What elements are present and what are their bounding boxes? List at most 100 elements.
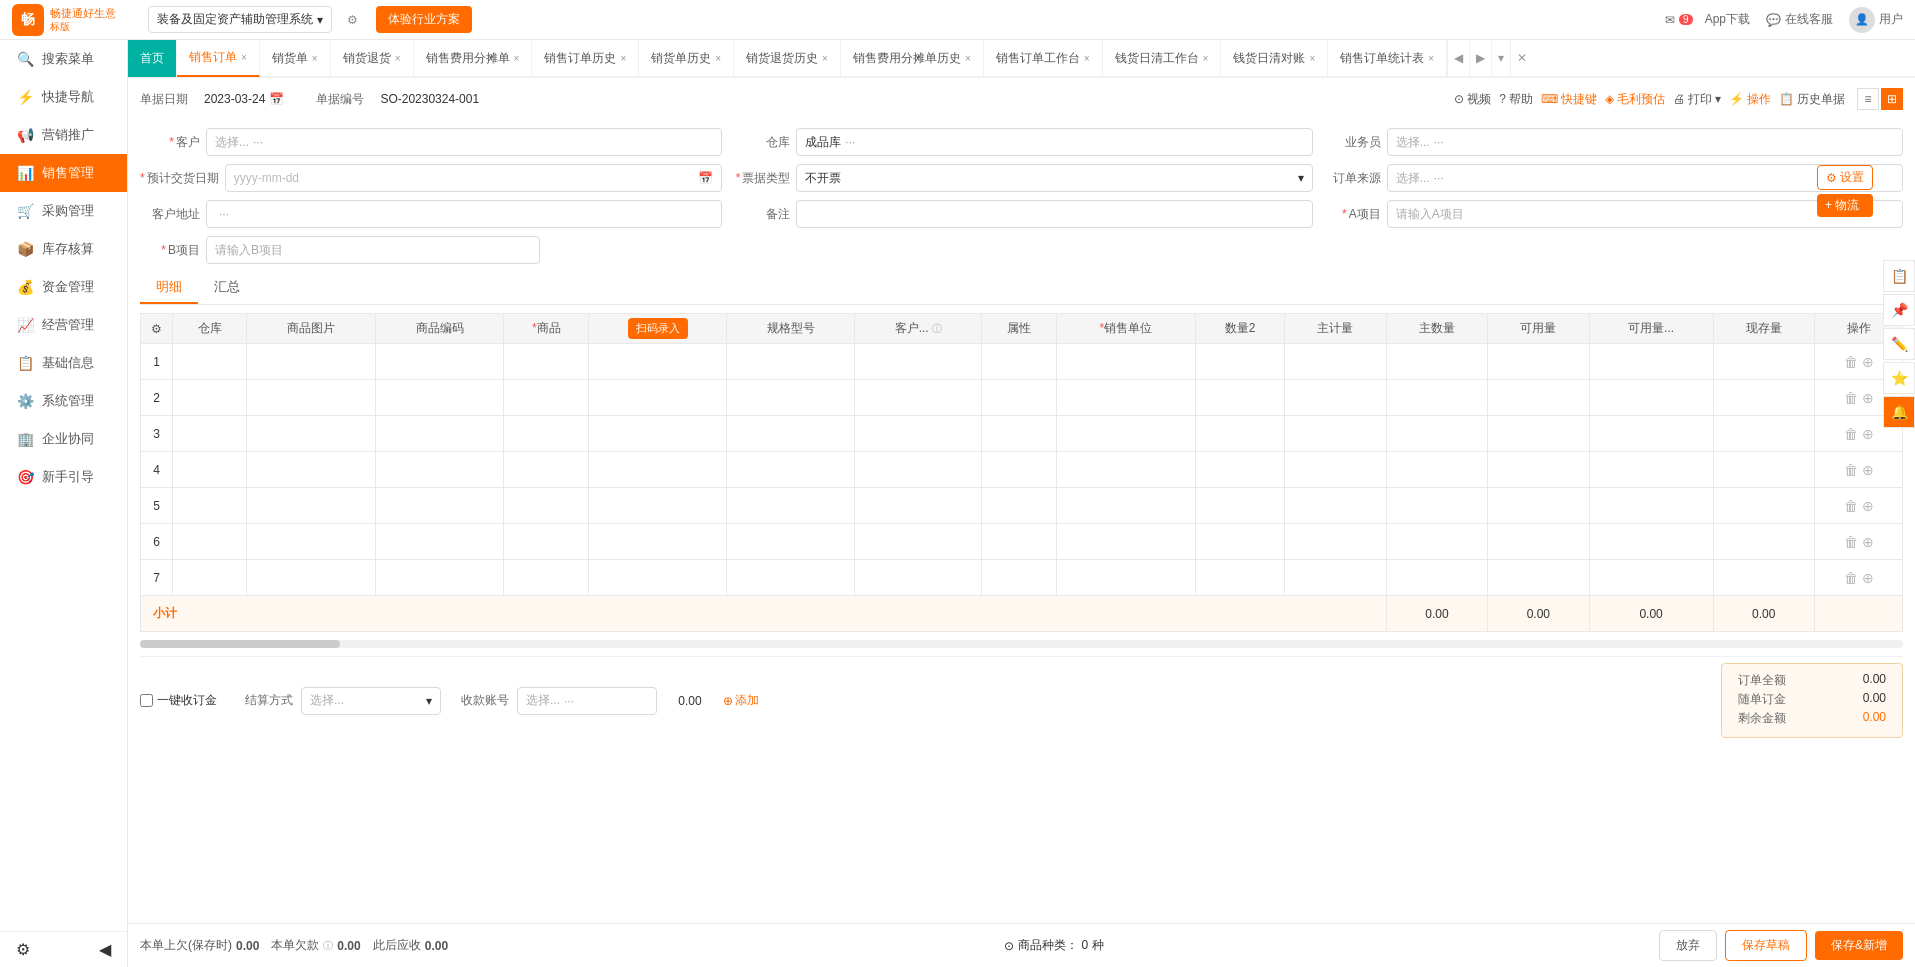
h-scroll[interactable] — [140, 632, 1903, 656]
quick-pay-checkbox[interactable]: 一键收订金 — [140, 692, 217, 709]
sidebar-item-finance[interactable]: 💰 资金管理 — [0, 268, 127, 306]
tab-sales-order-history[interactable]: 销售订单历史 × — [532, 40, 639, 77]
tab-sales-goods-history[interactable]: 销货单历史 × — [639, 40, 734, 77]
row-copy-icon[interactable]: ⊕ — [1862, 354, 1874, 370]
user-avatar[interactable]: 👤 用户 — [1849, 7, 1903, 33]
row-delete-icon[interactable]: 🗑 — [1844, 426, 1858, 442]
sidebar-item-search[interactable]: 🔍 搜索菜单 — [0, 40, 127, 78]
sidebar-item-enterprise[interactable]: 🏢 企业协同 — [0, 420, 127, 458]
tab-menu-btn[interactable]: ▾ — [1491, 40, 1510, 77]
row-copy-icon[interactable]: ⊕ — [1862, 534, 1874, 550]
row-delete-icon[interactable]: 🗑 — [1844, 498, 1858, 514]
tab-sales-return-history[interactable]: 销货退货历史 × — [734, 40, 841, 77]
tab-close-all-btn[interactable]: ✕ — [1510, 40, 1533, 77]
tab-sales-stats[interactable]: 销售订单统计表 × — [1328, 40, 1447, 77]
date-field[interactable]: 2023-03-24 📅 — [204, 92, 284, 106]
scroll-thumb[interactable] — [140, 640, 340, 648]
col-attribute: 属性 — [982, 314, 1056, 344]
row-copy-icon[interactable]: ⊕ — [1862, 462, 1874, 478]
row-copy-icon[interactable]: ⊕ — [1862, 426, 1874, 442]
warehouse-input[interactable]: 成品库 ··· — [796, 128, 1312, 156]
payment-method-select[interactable]: 选择... ▾ — [301, 687, 441, 715]
address-input[interactable]: ··· — [206, 200, 722, 228]
tab-sales-fee[interactable]: 销售费用分摊单 × — [414, 40, 533, 77]
save-draft-btn[interactable]: 保存草稿 — [1725, 930, 1807, 961]
discard-btn[interactable]: 放弃 — [1659, 930, 1717, 961]
row-copy-icon[interactable]: ⊕ — [1862, 498, 1874, 514]
shortcut-btn[interactable]: ⌨ 快捷键 — [1541, 91, 1597, 108]
industry-btn[interactable]: 体验行业方案 — [376, 6, 472, 33]
tab-daily-workbench[interactable]: 钱货日清工作台 × — [1103, 40, 1222, 77]
address-label: 客户地址 — [140, 206, 200, 223]
right-panel-clipboard[interactable]: 📋 — [1883, 260, 1915, 292]
invoice-select[interactable]: 不开票 ▾ — [796, 164, 1312, 192]
sidebar-item-basic[interactable]: 📋 基础信息 — [0, 344, 127, 382]
right-panel-alert[interactable]: 🔔 — [1883, 396, 1915, 428]
account-input[interactable]: 选择... ··· — [517, 687, 657, 715]
customer-input[interactable]: 选择... ··· — [206, 128, 722, 156]
add-goods-btn[interactable]: + 物流 — [1817, 194, 1873, 217]
row-copy-icon[interactable]: ⊕ — [1862, 570, 1874, 586]
tab-next-btn[interactable]: ▶ — [1469, 40, 1491, 77]
form-row-1: 客户 选择... ··· 仓库 成品库 ··· — [140, 128, 1903, 156]
sidebar-item-purchase[interactable]: 🛒 采购管理 — [0, 192, 127, 230]
right-panel-pin[interactable]: 📌 — [1883, 294, 1915, 326]
sidebar-collapse-btn[interactable]: ◀ — [99, 940, 111, 959]
operations-btn[interactable]: ⚡ 操作 — [1729, 91, 1771, 108]
detail-tab-summary[interactable]: 汇总 — [198, 272, 256, 304]
view-list-btn[interactable]: ≡ — [1857, 88, 1879, 110]
sidebar-item-guide[interactable]: 🎯 新手引导 — [0, 458, 127, 496]
scan-btn[interactable]: 扫码录入 — [628, 318, 688, 339]
tab-prev-btn[interactable]: ◀ — [1447, 40, 1469, 77]
expected-date-input[interactable]: yyyy-mm-dd 📅 — [225, 164, 723, 192]
row-delete-icon[interactable]: 🗑 — [1844, 354, 1858, 370]
sidebar-item-operations[interactable]: 📈 经营管理 — [0, 306, 127, 344]
row-delete-icon[interactable]: 🗑 — [1844, 390, 1858, 406]
row-copy-icon[interactable]: ⊕ — [1862, 390, 1874, 406]
message-btn[interactable]: ✉ 9 App下载 — [1665, 11, 1750, 28]
sidebar-item-sales[interactable]: 📊 销售管理 — [0, 154, 127, 192]
b-project-input[interactable]: 请输入B项目 — [206, 236, 540, 264]
row-delete-icon[interactable]: 🗑 — [1844, 462, 1858, 478]
sidebar-item-quick-nav[interactable]: ⚡ 快捷导航 — [0, 78, 127, 116]
salesperson-group: 业务员 选择... ··· — [1321, 128, 1903, 156]
notes-input[interactable] — [796, 200, 1312, 228]
tab-bar: 首页 销售订单 × 销货单 × 销货退货 × 销售费用分摊单 × 销售订单历史 … — [128, 40, 1915, 78]
sidebar-settings-btn[interactable]: ⚙ — [16, 940, 30, 959]
tab-daily-reconcile[interactable]: 钱货日清对账 × — [1221, 40, 1328, 77]
tab-sales-fee-history[interactable]: 销售费用分摊单历史 × — [841, 40, 984, 77]
tab-sales-return[interactable]: 销货退货 × — [331, 40, 414, 77]
online-service-btn[interactable]: 💬 在线客服 — [1766, 11, 1833, 28]
tab-sales-goods[interactable]: 销货单 × — [260, 40, 331, 77]
detail-tab-detail[interactable]: 明细 — [140, 272, 198, 304]
add-payment-btn[interactable]: ⊕ 添加 — [723, 692, 759, 709]
view-grid-btn[interactable]: ⊞ — [1881, 88, 1903, 110]
row-delete-icon[interactable]: 🗑 — [1844, 570, 1858, 586]
tab-sales-workbench[interactable]: 销售订单工作台 × — [984, 40, 1103, 77]
settings-icon[interactable]: ⚙ — [336, 4, 368, 36]
setting-btn[interactable]: ⚙ 设置 — [1817, 165, 1873, 190]
purchase-icon: 🛒 — [16, 202, 34, 220]
search-icon: 🔍 — [16, 50, 34, 68]
system-selector[interactable]: 装备及固定资产辅助管理系统 ▾ — [148, 6, 332, 33]
history-btn[interactable]: 📋 历史单据 — [1779, 91, 1845, 108]
col-settings[interactable]: ⚙ — [141, 314, 173, 344]
logo-area: 畅 畅捷通好生意 标版 — [12, 4, 140, 36]
view-btn[interactable]: ⊙ 视频 — [1454, 91, 1491, 108]
right-panel-star[interactable]: ⭐ — [1883, 362, 1915, 394]
tab-home[interactable]: 首页 — [128, 40, 177, 77]
right-panel-edit[interactable]: ✏️ — [1883, 328, 1915, 360]
b-project-label: B项目 — [140, 242, 200, 259]
salesperson-input[interactable]: 选择... ··· — [1387, 128, 1903, 156]
sidebar-item-marketing[interactable]: 📢 营销推广 — [0, 116, 127, 154]
row-delete-icon[interactable]: 🗑 — [1844, 534, 1858, 550]
sidebar-item-inventory[interactable]: 📦 库存核算 — [0, 230, 127, 268]
print-btn[interactable]: 🖨 打印 ▾ — [1673, 91, 1721, 108]
help-btn[interactable]: ? 帮助 — [1499, 91, 1533, 108]
col-main-qty: 主数量 — [1386, 314, 1487, 344]
tab-sales-order[interactable]: 销售订单 × — [177, 40, 260, 77]
sidebar-item-system[interactable]: ⚙️ 系统管理 — [0, 382, 127, 420]
save-new-btn[interactable]: 保存&新增 — [1815, 931, 1903, 960]
table-row: 1 🗑⊕ — [141, 344, 1903, 380]
profit-btn[interactable]: ◈ 毛利预估 — [1605, 91, 1665, 108]
